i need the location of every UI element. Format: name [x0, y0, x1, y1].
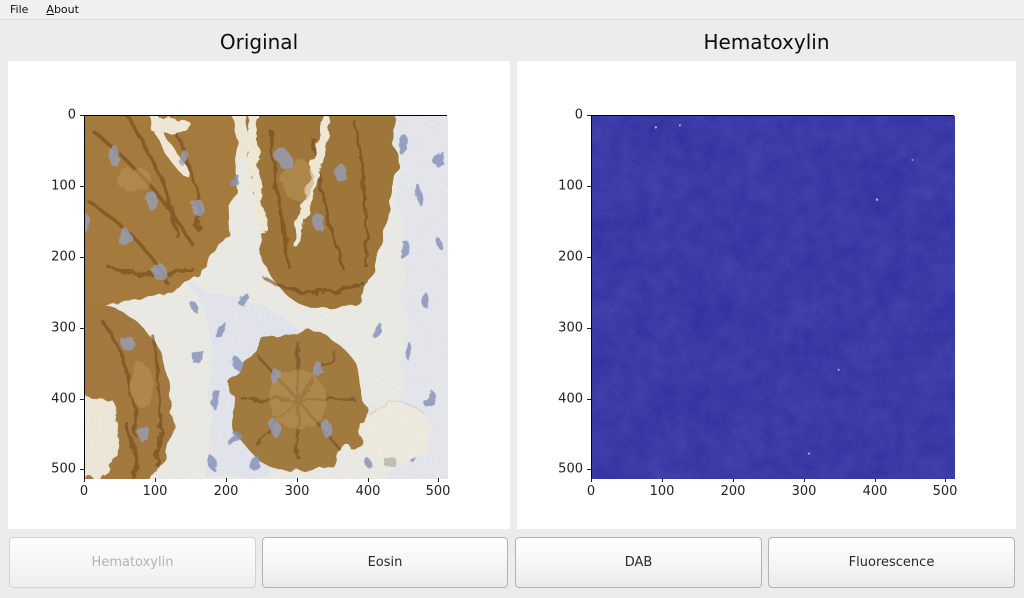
- tick-mark: [804, 478, 805, 482]
- tick-mark: [84, 478, 85, 482]
- tick-label: 300: [284, 484, 310, 499]
- tick-mark: [80, 186, 84, 187]
- tick-label: 0: [79, 484, 89, 499]
- tick-mark: [297, 478, 298, 482]
- panel-title-original: Original: [219, 30, 299, 54]
- tick-label: 100: [558, 178, 583, 194]
- tick-label: 0: [67, 107, 76, 123]
- tick-label: 100: [649, 484, 675, 499]
- y-axis-ticks: 0 100 200 300 400 500: [39, 108, 85, 478]
- tick-mark: [587, 115, 591, 116]
- tick-mark: [662, 478, 663, 482]
- figure-panel-hematoxylin: 0 100 200 300 400 500 0 100 200 300 400 500: [517, 61, 1016, 529]
- original-plot: 0 100 200 300 400 500 0 100 200 300 400 500: [51, 108, 450, 500]
- y-axis-ticks: 0 100 200 300 400 500: [546, 108, 592, 478]
- tick-label: 100: [142, 484, 168, 499]
- tick-label: 500: [932, 484, 958, 499]
- tick-label: 200: [720, 484, 746, 499]
- tick-mark: [875, 478, 876, 482]
- tick-label: 500: [558, 461, 583, 477]
- figure-panel-original: 0 100 200 300 400 500 0 100 200 300 400 500: [8, 61, 510, 529]
- tick-mark: [733, 478, 734, 482]
- menu-item-about[interactable]: About: [37, 1, 88, 18]
- tick-label: 200: [213, 484, 239, 499]
- tick-mark: [438, 478, 439, 482]
- hematoxylin-image: [592, 116, 955, 479]
- tick-label: 400: [355, 484, 381, 499]
- tick-mark: [587, 399, 591, 400]
- menu-item-file[interactable]: File: [0, 1, 37, 18]
- tick-label: 200: [558, 249, 583, 265]
- tick-label: 300: [791, 484, 817, 499]
- tick-mark: [80, 257, 84, 258]
- button-fluorescence[interactable]: Fluorescence: [768, 537, 1015, 588]
- tick-label: 400: [558, 391, 583, 407]
- tick-mark: [80, 469, 84, 470]
- tick-mark: [80, 399, 84, 400]
- button-hematoxylin[interactable]: Hematoxylin: [9, 537, 256, 588]
- tick-mark: [155, 478, 156, 482]
- tick-mark: [80, 328, 84, 329]
- button-dab[interactable]: DAB: [515, 537, 762, 588]
- tick-mark: [587, 186, 591, 187]
- tick-mark: [587, 257, 591, 258]
- tick-label: 100: [51, 178, 76, 194]
- tick-mark: [587, 328, 591, 329]
- panel-title-hematoxylin: Hematoxylin: [703, 30, 830, 54]
- tick-mark: [945, 478, 946, 482]
- tick-mark: [80, 115, 84, 116]
- hematoxylin-plot: 0 100 200 300 400 500 0 100 200 300 400 500: [558, 108, 957, 500]
- tick-mark: [368, 478, 369, 482]
- x-axis-ticks: 0 100 200 300 400 500: [587, 477, 957, 501]
- tick-label: 300: [51, 320, 76, 336]
- tick-label: 400: [51, 391, 76, 407]
- tick-label: 0: [586, 484, 596, 499]
- tick-label: 500: [425, 484, 451, 499]
- tick-mark: [587, 469, 591, 470]
- tick-label: 400: [862, 484, 888, 499]
- histology-image: [85, 116, 448, 479]
- tick-mark: [591, 478, 592, 482]
- tick-label: 200: [51, 249, 76, 265]
- tick-mark: [226, 478, 227, 482]
- menubar: File About: [0, 0, 1024, 20]
- tick-label: 500: [51, 461, 76, 477]
- tick-label: 300: [558, 320, 583, 336]
- tick-label: 0: [574, 107, 583, 123]
- button-eosin[interactable]: Eosin: [262, 537, 508, 588]
- x-axis-ticks: 0 100 200 300 400 500: [80, 477, 450, 501]
